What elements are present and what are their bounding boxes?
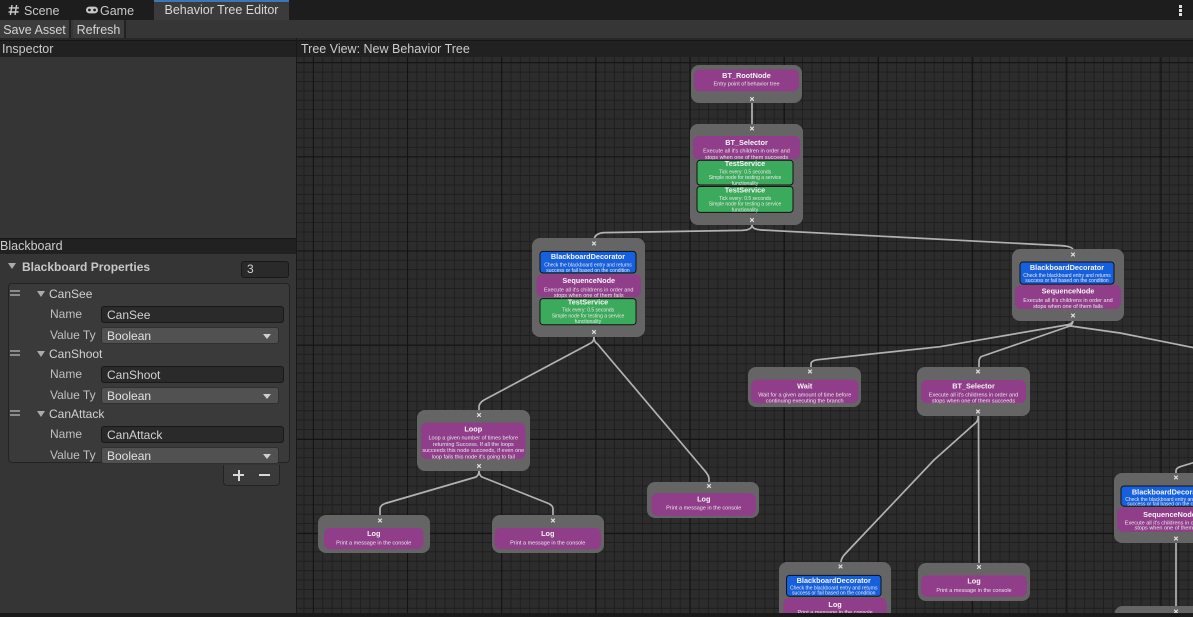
svg-text:TestService: TestService (725, 159, 765, 168)
svg-text:Loop a given number of times b: Loop a given number of times before (428, 436, 518, 442)
svg-text:functionality: functionality (732, 207, 759, 213)
svg-text:functionality: functionality (575, 319, 602, 325)
svg-text:stops when one of them fails: stops when one of them fails (1033, 304, 1103, 310)
svg-text:success or fail based on the c: success or fail based on the condition (546, 268, 630, 274)
svg-text:SequenceNode: SequenceNode (562, 276, 615, 285)
svg-text:BlackboardDecorator: BlackboardDecorator (1132, 487, 1193, 496)
svg-text:Log: Log (828, 600, 841, 609)
svg-text:Loop: Loop (464, 424, 482, 433)
svg-text:BT_Selector: BT_Selector (952, 382, 995, 391)
svg-text:Wait: Wait (797, 381, 813, 390)
svg-text:SequenceNode: SequenceNode (1042, 287, 1095, 296)
svg-text:Print a message in the console: Print a message in the console (510, 541, 585, 547)
svg-text:BT_RootNode: BT_RootNode (722, 71, 771, 80)
svg-text:Log: Log (541, 529, 554, 538)
svg-text:Log: Log (967, 577, 980, 586)
svg-text:Entry point of behavior tree: Entry point of behavior tree (713, 81, 779, 87)
svg-text:success or fail based on the c: success or fail based on the condition (1025, 278, 1109, 284)
svg-text:Log: Log (697, 494, 710, 503)
svg-text:Execute all it's children in o: Execute all it's children in order and (703, 149, 790, 155)
svg-text:TestService: TestService (725, 186, 765, 195)
svg-text:SequenceNode: SequenceNode (1143, 510, 1193, 519)
svg-text:Print a message in the console: Print a message in the console (666, 505, 741, 511)
svg-text:BlackboardDecorator: BlackboardDecorator (797, 576, 871, 585)
svg-text:success or fail based on the c: success or fail based on the condition (1127, 502, 1193, 508)
svg-text:Log: Log (367, 529, 380, 538)
svg-text:stops when one of them fails: stops when one of them fails (1135, 526, 1193, 532)
svg-text:continuing executing the branc: continuing executing the branch (766, 398, 844, 404)
svg-text:BT_Selector: BT_Selector (725, 138, 768, 147)
svg-text:returning Success. If all the: returning Success. If all the loops (433, 442, 514, 448)
svg-text:succeeds this node succeeds, i: succeeds this node succeeds, if even one (422, 448, 524, 454)
svg-text:Print a message in the console: Print a message in the console (336, 541, 411, 547)
svg-text:success or fail based on the c: success or fail based on the condition (792, 591, 876, 597)
svg-text:stops when one of them succeed: stops when one of them succeeds (932, 398, 1015, 404)
svg-text:Print a message in the console: Print a message in the console (936, 588, 1011, 594)
svg-text:TestService: TestService (568, 298, 608, 307)
svg-text:BlackboardDecorator: BlackboardDecorator (1030, 263, 1104, 272)
svg-text:loop fails this node it's goin: loop fails this node it's going to fail (432, 455, 515, 461)
svg-text:BlackboardDecorator: BlackboardDecorator (551, 252, 625, 261)
